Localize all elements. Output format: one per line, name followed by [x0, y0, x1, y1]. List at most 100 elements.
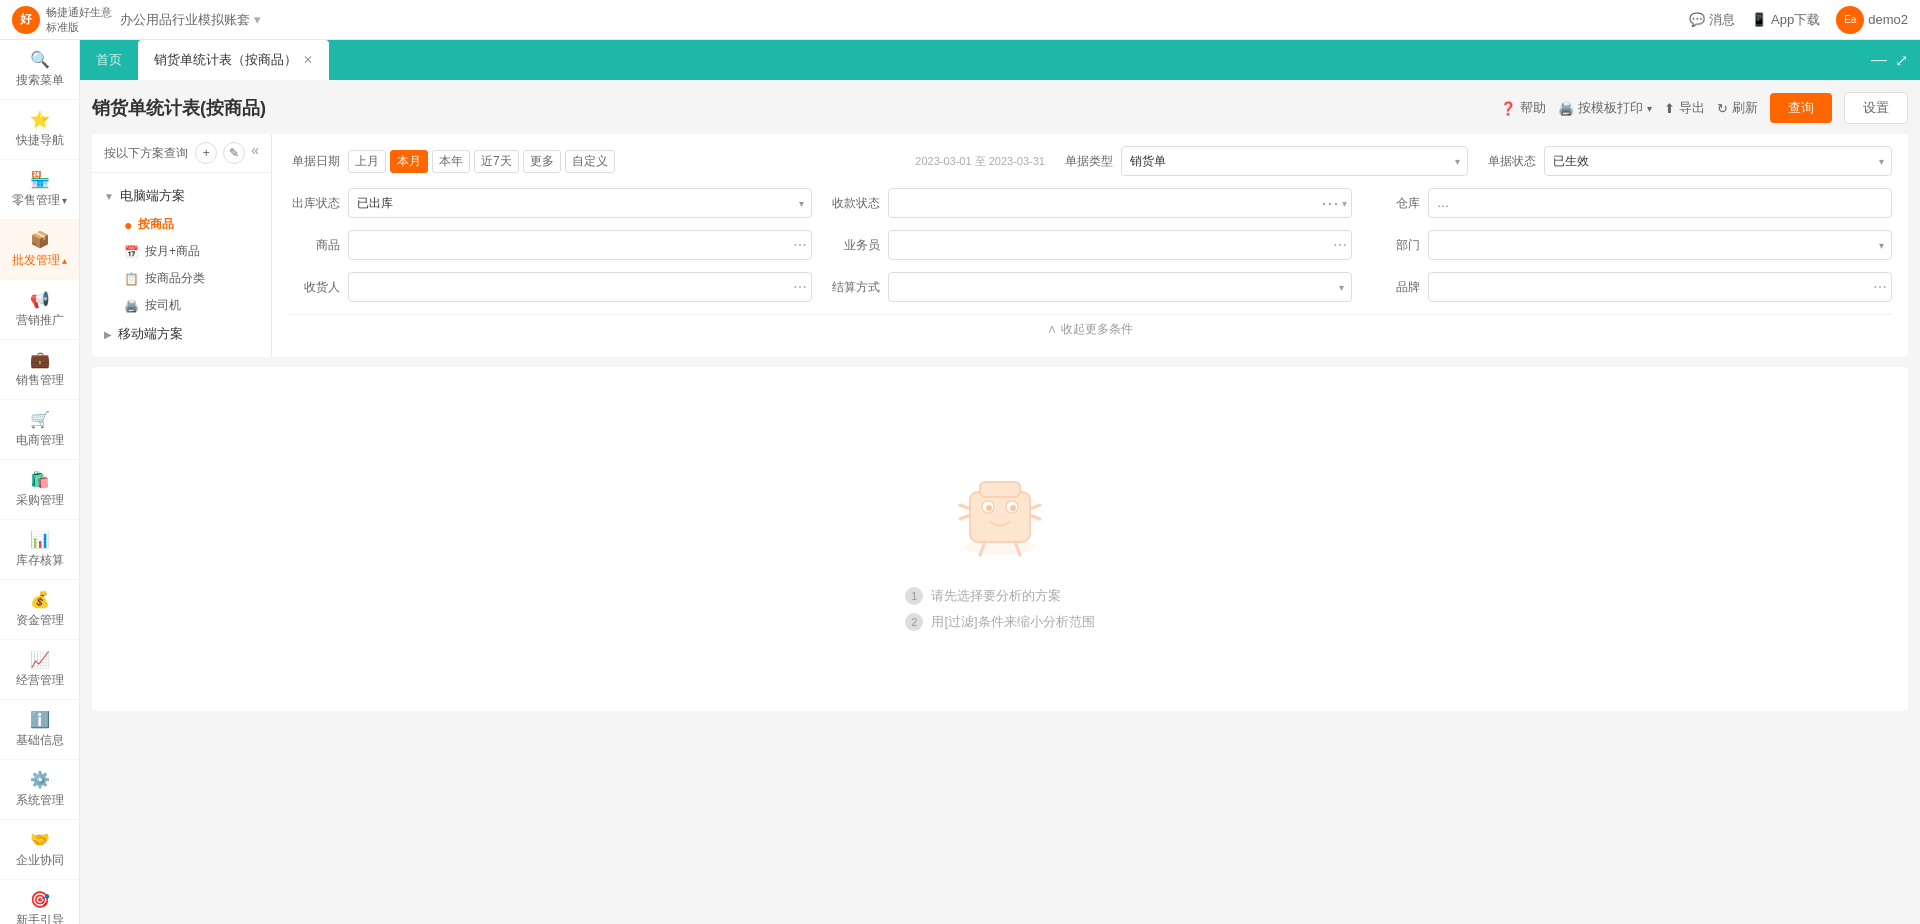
doc-status-select[interactable]: 已生效 [1544, 146, 1892, 176]
sidebar-item-system[interactable]: ⚙️ 系统管理 [0, 760, 79, 820]
sidebar-item-retail[interactable]: 🏪 零售管理 ▾ [0, 160, 79, 220]
brand-input[interactable] [1433, 273, 1873, 301]
refresh-btn[interactable]: ↻ 刷新 [1717, 99, 1758, 117]
sidebar-item-wholesale[interactable]: 📦 批发管理 ▴ [0, 220, 79, 280]
doc-type-label: 单据类型 [1061, 153, 1113, 170]
tab-close-btn[interactable]: ✕ [303, 53, 313, 67]
tree-child-by-month-product[interactable]: 📅 按月+商品 [112, 238, 271, 265]
page-header: 销货单统计表(按商品) ❓ 帮助 🖨️ 按模板打印 ▾ ⬆ 导出 [92, 92, 1908, 124]
brand-filter: 品牌 ⋯ [1368, 272, 1892, 302]
header-left: 好 畅捷通好生意 标准版 办公用品行业模拟账套 ▾ [12, 5, 261, 34]
tree-child-by-product[interactable]: ● 按商品 [112, 211, 271, 238]
tree-pc-solutions[interactable]: ▼ 电脑端方案 [92, 181, 271, 211]
sidebar-item-search[interactable]: 🔍 搜索菜单 [0, 40, 79, 100]
dept-select[interactable] [1428, 230, 1892, 260]
date-btn-more[interactable]: 更多 [523, 150, 561, 173]
recipient-more-btn[interactable]: ⋯ [793, 279, 807, 295]
payment-input[interactable] [893, 189, 1318, 217]
title-dropdown-icon[interactable]: ▾ [254, 12, 261, 27]
sidebar-item-ecom[interactable]: 🛒 电商管理 [0, 400, 79, 460]
filter-row-4: 收货人 ⋯ 结算方式 [288, 272, 1892, 302]
sidebar-item-enterprise[interactable]: 🤝 企业协同 [0, 820, 79, 880]
sidebar-item-basic[interactable]: ℹ️ 基础信息 [0, 700, 79, 760]
date-btn-last-month[interactable]: 上月 [348, 150, 386, 173]
tree-mobile-solutions[interactable]: ▶ 移动端方案 [92, 319, 271, 349]
sidebar-item-operations[interactable]: 📈 经营管理 [0, 640, 79, 700]
tree-child-by-printer[interactable]: 🖨️ 按司机 [112, 292, 271, 319]
product-more-btn[interactable]: ⋯ [793, 237, 807, 253]
tree-child-by-category[interactable]: 📋 按商品分类 [112, 265, 271, 292]
sidebar-item-sales[interactable]: 💼 销售管理 [0, 340, 79, 400]
help-btn[interactable]: ❓ 帮助 [1500, 99, 1546, 117]
warehouse-select[interactable]: 已出库 [348, 188, 812, 218]
list-icon: 📋 [124, 272, 139, 286]
solution-add-btn[interactable]: + [195, 142, 217, 164]
settlement-filter: 结算方式 ▾ [828, 272, 1352, 302]
print-arrow-icon: ▾ [1647, 103, 1652, 114]
message-icon: 💬 [1689, 12, 1705, 27]
sidebar-item-label: 经营管理 [16, 672, 64, 689]
print-btn[interactable]: 🖨️ 按模板打印 ▾ [1558, 99, 1652, 117]
product-control: ⋯ [348, 230, 812, 260]
svg-line-7 [960, 505, 970, 509]
app-download-btn[interactable]: 📱 App下载 [1751, 11, 1820, 29]
sidebar-item-guide[interactable]: 🎯 新手引导 [0, 880, 79, 924]
tab-maximize-btn[interactable]: ⤢ [1895, 51, 1908, 70]
refresh-icon: ↻ [1717, 101, 1728, 116]
settlement-control: ▾ [888, 272, 1352, 302]
svg-point-6 [1010, 505, 1016, 511]
date-btn-custom[interactable]: 自定义 [565, 150, 615, 173]
solution-panel-header: 按以下方案查询 + ✎ « [92, 134, 271, 173]
sidebar-item-quick-nav[interactable]: ⭐ 快捷导航 [0, 100, 79, 160]
solution-edit-btn[interactable]: ✎ [223, 142, 245, 164]
enterprise-icon: 🤝 [30, 830, 50, 849]
salesperson-input[interactable] [893, 231, 1333, 259]
retail-icon: 🏪 [30, 170, 50, 189]
message-btn[interactable]: 💬 消息 [1689, 11, 1735, 29]
empty-hint: 1 请先选择要分析的方案 2 用[过滤]条件来缩小分析范围 [905, 587, 1094, 631]
tab-home[interactable]: 首页 [80, 40, 138, 80]
sidebar-item-finance[interactable]: 💰 资金管理 [0, 580, 79, 640]
settings-btn[interactable]: 设置 [1844, 92, 1908, 124]
salesperson-more-btn[interactable]: ⋯ [1333, 237, 1347, 253]
doc-type-select[interactable]: 销货单 [1121, 146, 1469, 176]
sidebar-item-inventory[interactable]: 📊 库存核算 [0, 520, 79, 580]
arrow-icon: ▾ [62, 195, 67, 206]
header-title: 办公用品行业模拟账套 ▾ [120, 11, 261, 29]
inventory-icon: 📊 [30, 530, 50, 549]
sidebar-item-label: 企业协同 [16, 852, 64, 869]
export-btn[interactable]: ⬆ 导出 [1664, 99, 1705, 117]
dept-label: 部门 [1368, 237, 1420, 254]
query-btn[interactable]: 查询 [1770, 93, 1832, 123]
salesperson-filter: 业务员 ⋯ [828, 230, 1352, 260]
tab-sales-stat[interactable]: 销货单统计表（按商品） ✕ [138, 40, 329, 80]
hint-num-1: 1 [905, 587, 923, 605]
warehouse2-input[interactable] [1428, 188, 1892, 218]
sidebar-item-marketing[interactable]: 📢 营销推广 [0, 280, 79, 340]
collapse-filter-btn[interactable]: ∧ 收起更多条件 [288, 314, 1892, 344]
brand-more-btn[interactable]: ⋯ [1873, 279, 1887, 295]
app-icon: 📱 [1751, 12, 1767, 27]
doc-type-filter: 单据类型 销货单 ▾ [1061, 146, 1469, 176]
date-btn-this-year[interactable]: 本年 [432, 150, 470, 173]
sidebar-item-label: 快捷导航 [16, 132, 64, 149]
settlement-select[interactable] [888, 272, 1352, 302]
dept-filter: 部门 ▾ [1368, 230, 1892, 260]
recipient-input[interactable] [353, 273, 793, 301]
sidebar-item-label: 库存核算 [16, 552, 64, 569]
main-layout: 🔍 搜索菜单 ⭐ 快捷导航 🏪 零售管理 ▾ 📦 批发管理 ▴ 📢 营销推广 💼… [0, 40, 1920, 924]
product-input[interactable] [353, 231, 793, 259]
tab-minimize-btn[interactable]: — [1871, 51, 1887, 69]
logo-text: 畅捷通好生意 标准版 [46, 5, 112, 34]
sidebar-item-purchase[interactable]: 🛍️ 采购管理 [0, 460, 79, 520]
date-btn-this-month[interactable]: 本月 [390, 150, 428, 173]
svg-line-10 [1030, 515, 1040, 519]
solution-collapse-btn[interactable]: « [251, 142, 259, 164]
user-menu[interactable]: Ea demo2 [1836, 6, 1908, 34]
warehouse2-control [1428, 188, 1892, 218]
product-filter: 商品 ⋯ [288, 230, 812, 260]
payment-more-btn[interactable]: ⋯ [1318, 191, 1342, 215]
sidebar-item-label: 基础信息 [16, 732, 64, 749]
salesperson-control: ⋯ [888, 230, 1352, 260]
date-btn-7days[interactable]: 近7天 [474, 150, 519, 173]
